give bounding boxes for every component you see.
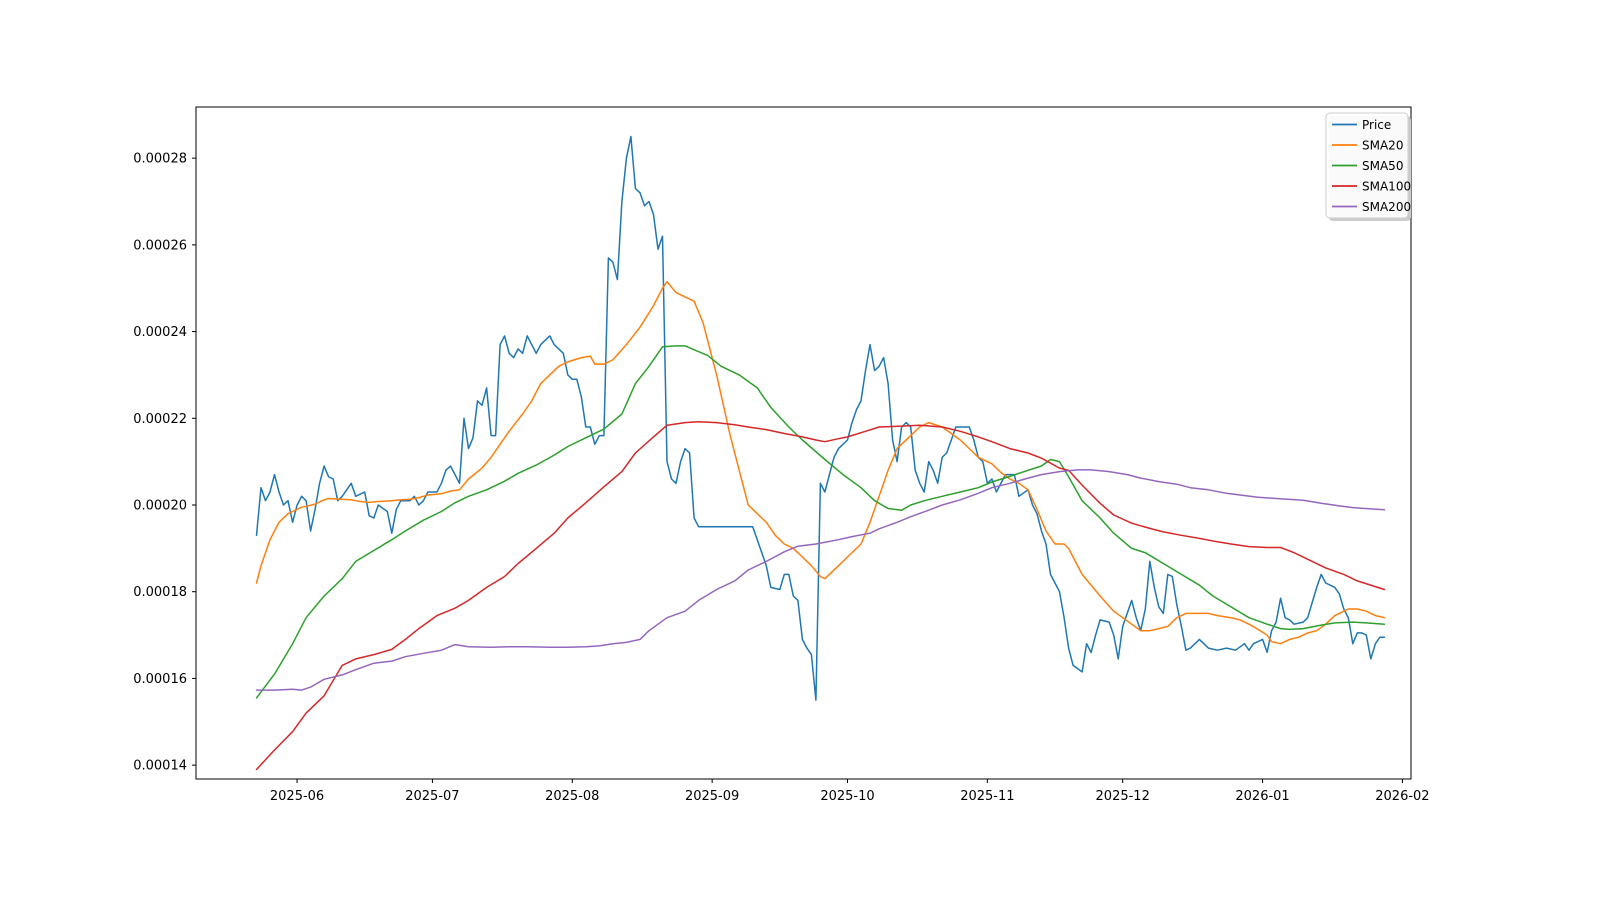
legend-label-sma50: SMA50 bbox=[1362, 159, 1403, 173]
y-tick-label: 0.00020 bbox=[133, 498, 187, 513]
y-tick-label: 0.00022 bbox=[133, 412, 187, 427]
plot-area bbox=[196, 107, 1411, 779]
y-tick-label: 0.00026 bbox=[133, 238, 187, 253]
y-tick-label: 0.00024 bbox=[133, 325, 187, 340]
figure: 2025-06 2025-07 2025-08 2025-09 2025-10 2025-… bbox=[0, 0, 1600, 900]
x-tick-label: 2025-10 bbox=[820, 789, 874, 804]
x-tick-label: 2025-08 bbox=[545, 789, 599, 804]
x-tick-label: 2026-01 bbox=[1235, 789, 1289, 804]
x-tick-label: 2025-06 bbox=[270, 789, 324, 804]
x-tick-label: 2025-09 bbox=[685, 789, 739, 804]
x-tick-label: 2025-12 bbox=[1096, 789, 1150, 804]
legend-label-price: Price bbox=[1362, 118, 1391, 132]
price-sma-line-chart: 2025-06 2025-07 2025-08 2025-09 2025-10 2025-… bbox=[0, 0, 1600, 900]
legend: Price SMA20 SMA50 SMA100 SMA200 bbox=[1325, 112, 1411, 221]
x-tick-label: 2025-07 bbox=[405, 789, 459, 804]
y-tick-label: 0.00028 bbox=[133, 152, 187, 167]
y-tick-label: 0.00018 bbox=[133, 585, 187, 600]
legend-label-sma200: SMA200 bbox=[1362, 200, 1411, 214]
y-tick-label: 0.00016 bbox=[133, 672, 187, 687]
legend-label-sma20: SMA20 bbox=[1362, 139, 1403, 153]
x-tick-label: 2026-02 bbox=[1375, 789, 1429, 804]
legend-label-sma100: SMA100 bbox=[1362, 180, 1411, 194]
x-tick-label: 2025-11 bbox=[960, 789, 1014, 804]
y-tick-label: 0.00014 bbox=[133, 759, 187, 774]
